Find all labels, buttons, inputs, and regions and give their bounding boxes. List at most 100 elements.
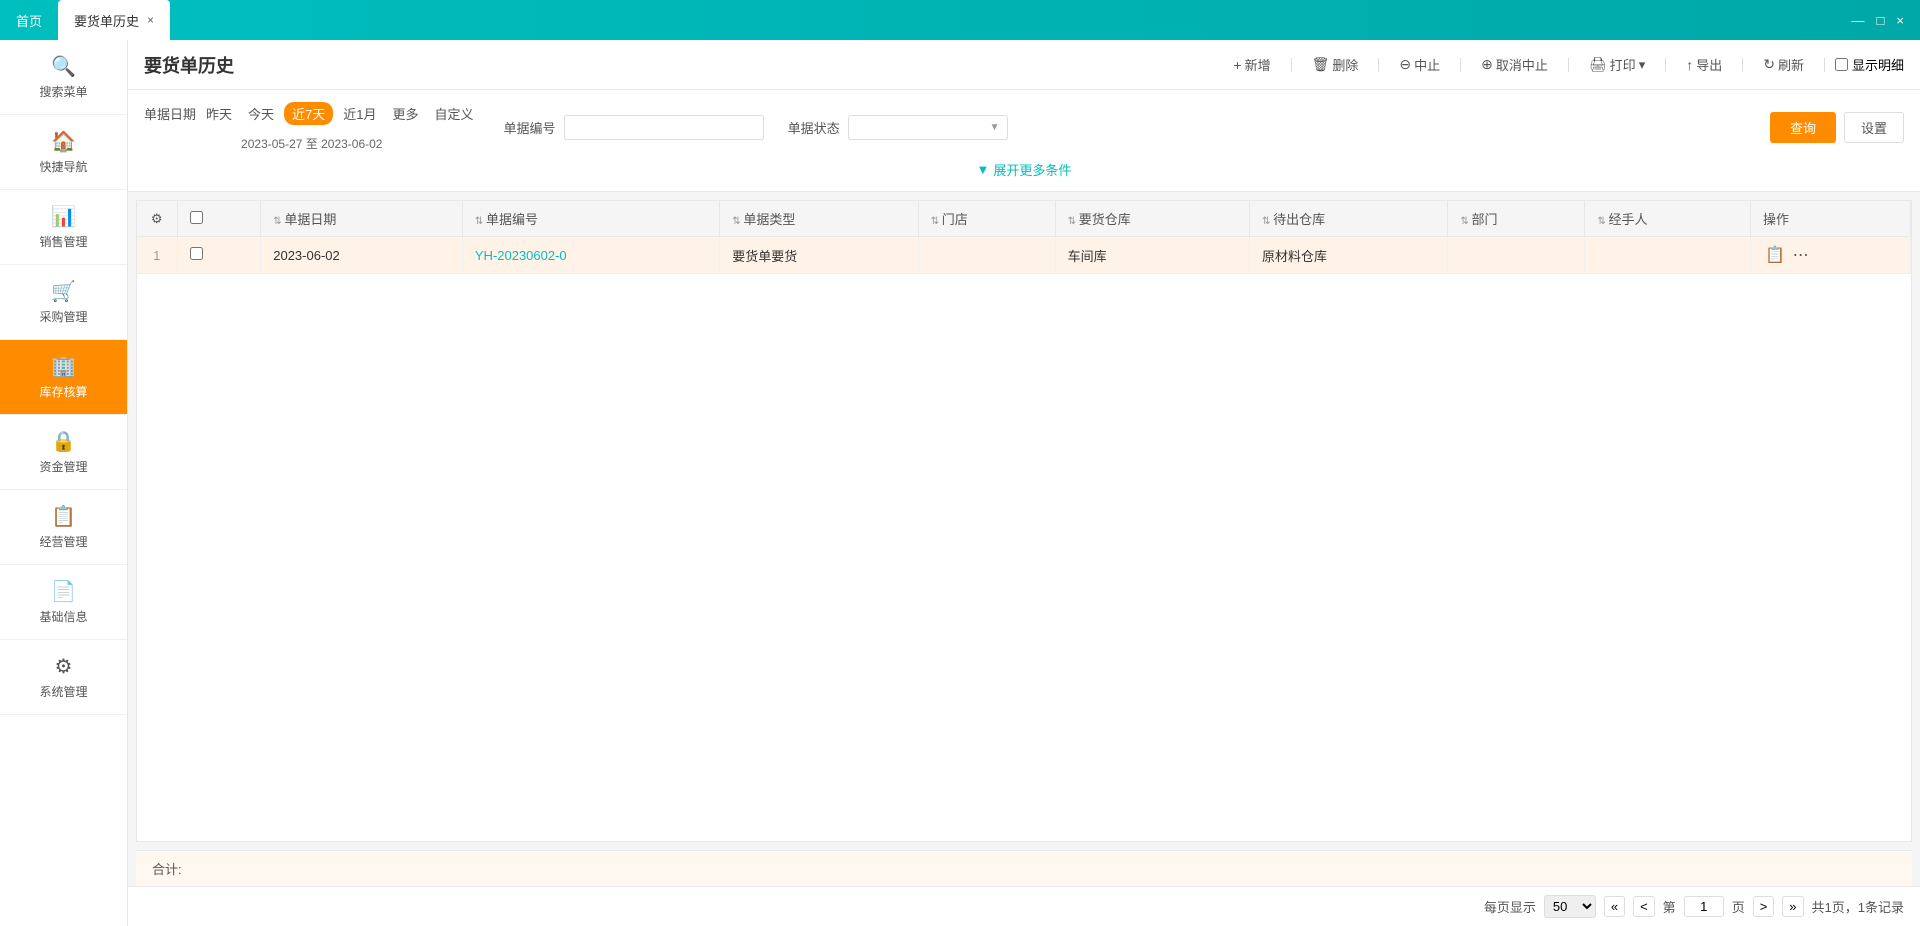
export-icon: ↑ xyxy=(1686,57,1693,73)
docno-input[interactable] xyxy=(564,115,764,140)
sidebar-item-label-fund: 资金管理 xyxy=(39,458,87,475)
maximize-icon[interactable]: □ xyxy=(1877,13,1885,28)
row-handler xyxy=(1585,237,1751,274)
divider xyxy=(1291,58,1292,72)
query-button[interactable]: 查询 xyxy=(1770,112,1836,143)
chevron-down-icon: ▼ xyxy=(977,162,990,177)
stop-button[interactable]: ⊖ 中止 xyxy=(1389,50,1450,79)
divider2 xyxy=(1378,58,1379,72)
select-all-checkbox[interactable] xyxy=(190,211,203,224)
tab-home[interactable]: 首页 xyxy=(0,0,58,40)
sidebar-item-label-sales: 销售管理 xyxy=(39,233,87,250)
status-label: 单据状态 xyxy=(788,118,840,137)
date-opt-custom[interactable]: 自定义 xyxy=(429,102,480,125)
row-dept xyxy=(1448,237,1585,274)
delete-button[interactable]: 🗑 删除 xyxy=(1302,50,1369,79)
row-store xyxy=(918,237,1055,274)
divider7 xyxy=(1824,58,1825,72)
page-input[interactable] xyxy=(1684,896,1724,917)
system-icon: ⚙ xyxy=(55,654,73,679)
date-opt-yesterday[interactable]: 昨天 xyxy=(200,102,238,125)
date-opt-7days[interactable]: 近7天 xyxy=(284,102,333,125)
status-filter-group: 单据状态 xyxy=(788,115,1008,140)
filter-buttons: 查询 设置 xyxy=(1770,112,1904,143)
sidebar-item-sales[interactable]: 📊 销售管理 xyxy=(0,190,127,265)
status-select[interactable] xyxy=(848,115,1008,140)
th-doctype[interactable]: 单据类型 xyxy=(720,201,918,237)
last-page-btn[interactable]: » xyxy=(1782,896,1803,917)
th-date[interactable]: 单据日期 xyxy=(261,201,463,237)
search-menu-icon: 🔍 xyxy=(51,54,76,79)
date-opt-more[interactable]: 更多 xyxy=(387,102,425,125)
docno-link[interactable]: YH-20230602-0 xyxy=(475,248,567,263)
th-settings[interactable]: ⚙ xyxy=(137,201,177,237)
sidebar-item-quick-nav[interactable]: 🏠 快捷导航 xyxy=(0,115,127,190)
header-actions: + 新增 🗑 删除 ⊖ 中止 ⊕ 取消中止 xyxy=(1223,50,1904,79)
sidebar-item-system[interactable]: ⚙ 系统管理 xyxy=(0,640,127,715)
sidebar-item-inventory[interactable]: 🏢 库存核算 xyxy=(0,340,127,415)
sidebar-item-fund[interactable]: 🔒 资金管理 xyxy=(0,415,127,490)
purchase-icon: 🛒 xyxy=(51,279,76,304)
row-pending-warehouse: 原材料仓库 xyxy=(1249,237,1447,274)
add-icon: + xyxy=(1233,57,1241,73)
minimize-icon[interactable]: — xyxy=(1852,13,1865,28)
sidebar-item-purchase[interactable]: 🛒 采购管理 xyxy=(0,265,127,340)
divider6 xyxy=(1742,58,1743,72)
th-store[interactable]: 门店 xyxy=(918,201,1055,237)
th-ops: 操作 xyxy=(1751,201,1911,237)
divider3 xyxy=(1460,58,1461,72)
th-pending-warehouse[interactable]: 待出仓库 xyxy=(1249,201,1447,237)
refresh-button[interactable]: ↻ 刷新 xyxy=(1753,50,1814,79)
row-checkbox[interactable] xyxy=(177,237,261,274)
table-row: 1 2023-06-02 YH-20230602-0 要货单要货 车间库 原材料… xyxy=(137,237,1911,274)
expand-more[interactable]: ▼ 展开更多条件 xyxy=(144,160,1904,179)
summary-label: 合计: xyxy=(152,862,182,877)
print-dropdown-icon: ▾ xyxy=(1639,57,1646,73)
filter-area: 单据日期 昨天 今天 近7天 近1月 更多 自定义 2023-05-27 至 2… xyxy=(128,90,1920,192)
add-button[interactable]: + 新增 xyxy=(1223,50,1280,79)
setting-button[interactable]: 设置 xyxy=(1844,112,1904,143)
window-close-icon[interactable]: × xyxy=(1896,13,1904,28)
prev-page-btn[interactable]: < xyxy=(1633,896,1655,917)
next-page-btn[interactable]: > xyxy=(1753,896,1775,917)
page-input-label: 第 xyxy=(1663,897,1676,916)
first-page-btn[interactable]: « xyxy=(1604,896,1625,917)
th-checkbox[interactable] xyxy=(177,201,261,237)
per-page-select[interactable]: 50 100 200 xyxy=(1544,895,1596,918)
sidebar-item-label-ops: 经营管理 xyxy=(39,533,87,550)
cancel-stop-button[interactable]: ⊕ 取消中止 xyxy=(1471,50,1558,79)
export-button[interactable]: ↑ 导出 xyxy=(1676,50,1732,79)
content-area: 要货单历史 + 新增 🗑 删除 ⊖ 中止 ⊕ xyxy=(128,40,1920,926)
sidebar-item-search-menu[interactable]: 🔍 搜索菜单 xyxy=(0,40,127,115)
table-container: ⚙ 单据日期 单据编号 单据类型 门店 要货仓库 待出仓库 部门 经手人 操作 xyxy=(136,200,1912,842)
th-docno[interactable]: 单据编号 xyxy=(462,201,719,237)
tab-active[interactable]: 要货单历史 × xyxy=(58,0,170,40)
th-handler[interactable]: 经手人 xyxy=(1585,201,1751,237)
delete-icon: 🗑 xyxy=(1312,56,1330,73)
sidebar-item-ops[interactable]: 📋 经营管理 xyxy=(0,490,127,565)
sidebar: 🔍 搜索菜单 🏠 快捷导航 📊 销售管理 🛒 采购管理 🏢 库存核算 🔒 资金管… xyxy=(0,40,128,926)
row-doctype: 要货单要货 xyxy=(720,237,918,274)
print-icon: 🖨 xyxy=(1589,56,1607,73)
table-footer: 合计: xyxy=(136,850,1912,886)
th-req-warehouse[interactable]: 要货仓库 xyxy=(1055,201,1249,237)
sidebar-item-basic-info[interactable]: 📄 基础信息 xyxy=(0,565,127,640)
close-tab-icon[interactable]: × xyxy=(147,13,154,27)
more-icon[interactable]: ⋯ xyxy=(1793,247,1809,264)
refresh-icon: ↻ xyxy=(1763,56,1775,73)
edit-icon[interactable]: 📋 xyxy=(1765,247,1785,264)
date-opt-today[interactable]: 今天 xyxy=(242,102,280,125)
table-body: 1 2023-06-02 YH-20230602-0 要货单要货 车间库 原材料… xyxy=(137,237,1911,274)
date-opt-1month[interactable]: 近1月 xyxy=(337,102,382,125)
row-date: 2023-06-02 xyxy=(261,237,463,274)
display-detail-label[interactable]: 显示明细 xyxy=(1835,55,1904,74)
fund-icon: 🔒 xyxy=(51,429,76,454)
print-button[interactable]: 🖨 打印 ▾ xyxy=(1579,50,1655,79)
date-filter-top: 单据日期 昨天 今天 近7天 近1月 更多 自定义 xyxy=(144,102,480,125)
basic-info-icon: 📄 xyxy=(51,579,76,604)
sidebar-item-label-purchase: 采购管理 xyxy=(39,308,87,325)
table-header-row: ⚙ 单据日期 单据编号 单据类型 门店 要货仓库 待出仓库 部门 经手人 操作 xyxy=(137,201,1911,237)
th-dept[interactable]: 部门 xyxy=(1448,201,1585,237)
row-docno[interactable]: YH-20230602-0 xyxy=(462,237,719,274)
display-detail-checkbox[interactable] xyxy=(1835,58,1848,71)
